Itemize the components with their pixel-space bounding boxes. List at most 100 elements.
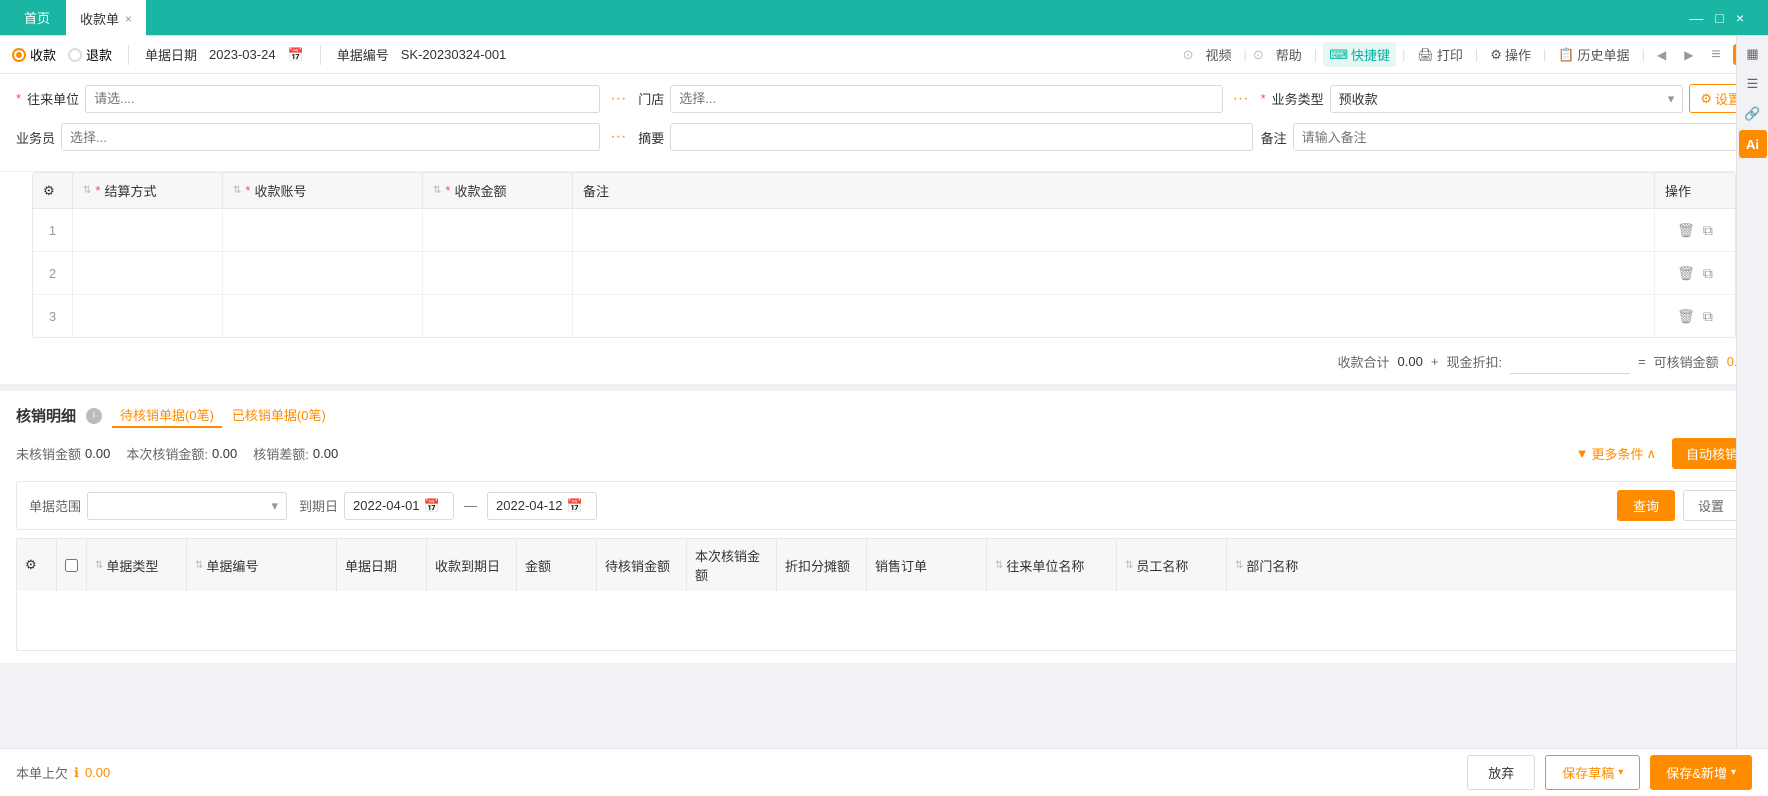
help-btn[interactable]: 帮助 [1270, 42, 1308, 67]
diff-label: 核销差额: [253, 444, 309, 463]
row-3-copy-icon[interactable]: ⧉ [1703, 308, 1713, 325]
row-3-account[interactable] [223, 295, 423, 337]
th-settlement: ⇅ * 结算方式 [73, 173, 223, 208]
bth-checkbox[interactable] [57, 539, 87, 591]
bth-due: 收款到期日 [427, 539, 517, 591]
row-2-remark[interactable] [573, 252, 1655, 294]
row-1-settlement[interactable] [73, 209, 223, 251]
right-sidebar: ▦ ☰ 🔗 Ai [1736, 36, 1768, 748]
row-3-delete-icon[interactable]: 🗑 [1677, 308, 1695, 325]
history-icon: 📋 [1558, 47, 1574, 63]
date-separator: — [464, 498, 477, 513]
list-icon: ☰ [1747, 76, 1759, 92]
next-btn[interactable]: ▶ [1678, 45, 1699, 65]
store-input[interactable] [670, 85, 1222, 113]
radio-refund[interactable]: 退款 [68, 45, 112, 64]
tab-current-label: 收款单 [80, 9, 119, 28]
radio-receipt[interactable]: 收款 [12, 45, 56, 64]
diff-value: 0.00 [313, 446, 338, 461]
row-2-copy-icon[interactable]: ⧉ [1703, 265, 1713, 282]
discount-input[interactable] [1510, 348, 1630, 374]
staff-more-btn[interactable]: ··· [606, 128, 630, 146]
remark-input[interactable] [1293, 123, 1752, 151]
discard-btn[interactable]: 放弃 [1467, 755, 1535, 790]
business-type-select[interactable]: 预收款 ▾ [1330, 85, 1684, 113]
more-conditions-btn[interactable]: ▼ 更多条件 ∧ [1576, 444, 1656, 463]
counterpart-input[interactable] [85, 85, 600, 113]
shortcut-btn[interactable]: ⌨ 快捷键 [1323, 42, 1396, 67]
staff-input[interactable] [61, 123, 600, 151]
required-star-1: * [16, 91, 21, 106]
bth-order: 销售订单 [867, 539, 987, 591]
win-close[interactable]: × [1736, 10, 1744, 26]
row-2-settlement[interactable] [73, 252, 223, 294]
calendar-icon[interactable]: 📅 [288, 47, 304, 63]
row-1-remark[interactable] [573, 209, 1655, 251]
bth-staff: ⇅ 员工名称 [1117, 539, 1227, 591]
sidebar-link-icon[interactable]: 🔗 [1739, 100, 1767, 128]
date-to-picker[interactable]: 2022-04-12 📅 [487, 492, 597, 520]
history-btn[interactable]: 📋 历史单据 [1552, 42, 1635, 67]
pending-tab-link[interactable]: 待核销单据(0笔) [112, 403, 222, 428]
writeoff-info-icon[interactable]: i [86, 408, 102, 424]
bottom-info-icon[interactable]: ℹ [74, 765, 79, 781]
bottom-actions: 放弃 保存草稿 ▾ 保存&新增 ▾ [1467, 755, 1752, 790]
date-from-picker[interactable]: 2022-04-01 📅 [344, 492, 454, 520]
select-all-checkbox[interactable] [65, 559, 78, 572]
main-scroll: 收款 退款 单据日期 2023-03-24 📅 单据编号 SK-20230324… [0, 36, 1768, 748]
ops-btn[interactable]: ⚙ 操作 [1484, 42, 1537, 67]
stats-row: 未核销金额 0.00 本次核销金额: 0.00 核销差额: 0.00 ▼ 更多条… [16, 438, 1752, 469]
divider-2 [320, 45, 321, 65]
table-header: ⚙ ⇅ * 结算方式 ⇅ * 收款账号 ⇅ * 收款金额 [33, 173, 1735, 209]
sidebar-ai-icon[interactable]: Ai [1739, 130, 1767, 158]
row-1-account[interactable] [223, 209, 423, 251]
store-more-btn[interactable]: ··· [1229, 90, 1253, 108]
sidebar-list-icon[interactable]: ☰ [1739, 70, 1767, 98]
row-3-settlement[interactable] [73, 295, 223, 337]
done-tab-link[interactable]: 已核销单据(0笔) [224, 403, 334, 428]
table-icon: ▦ [1746, 46, 1758, 62]
tab-links: 待核销单据(0笔) 已核销单据(0笔) [112, 403, 334, 428]
tab-home[interactable]: 首页 [8, 0, 66, 36]
win-max[interactable]: □ [1715, 10, 1723, 26]
print-btn[interactable]: 🖨 打印 [1411, 42, 1469, 67]
counterpart-more-btn[interactable]: ··· [606, 90, 630, 108]
bth-amount: 金额 [517, 539, 597, 591]
section-title-text: 核销明细 [16, 405, 76, 426]
bth-pending: 待核销金额 [597, 539, 687, 591]
bth-discount: 折扣分摊额 [777, 539, 867, 591]
radio-refund-label: 退款 [86, 45, 112, 64]
tab-close-icon[interactable]: × [125, 12, 132, 26]
bth-gear[interactable]: ⚙ [17, 539, 57, 591]
win-min[interactable]: — [1689, 10, 1703, 26]
summary-input[interactable] [670, 123, 1252, 151]
store-label: 门店 [638, 89, 664, 108]
prev-btn[interactable]: ◀ [1651, 45, 1672, 65]
sort-bth-1: ⇅ [95, 560, 103, 571]
row-2-amount[interactable] [423, 252, 573, 294]
save-new-btn[interactable]: 保存&新增 ▾ [1650, 755, 1752, 790]
tab-current[interactable]: 收款单 × [66, 0, 146, 36]
query-btn[interactable]: 查询 [1617, 490, 1675, 521]
save-new-chevron: ▾ [1731, 767, 1736, 778]
filter-settings-btn[interactable]: 设置 [1683, 490, 1739, 521]
row-3-remark[interactable] [573, 295, 1655, 337]
sort-bth-4: ⇅ [1125, 560, 1133, 571]
save-draft-btn[interactable]: 保存草稿 ▾ [1545, 755, 1640, 790]
th-gear[interactable]: ⚙ [33, 173, 73, 208]
range-field: 单据范围 ▾ [29, 492, 287, 520]
range-select[interactable]: ▾ [87, 492, 287, 520]
row-1-copy-icon[interactable]: ⧉ [1703, 222, 1713, 239]
chevron-down-icon: ▾ [1668, 91, 1675, 107]
row-1-amount[interactable] [423, 209, 573, 251]
row-3-amount[interactable] [423, 295, 573, 337]
row-2-account[interactable] [223, 252, 423, 294]
shortcut-icon: ⌨ [1329, 47, 1348, 63]
video-btn[interactable]: 视频 [1199, 42, 1237, 67]
sidebar-table-icon[interactable]: ▦ [1739, 40, 1767, 68]
row-1-delete-icon[interactable]: 🗑 [1677, 222, 1695, 239]
row-2-delete-icon[interactable]: 🗑 [1677, 265, 1695, 282]
summary-row: 收款合计 0.00 + 现金折扣: = 可核销金额 0.00 [0, 338, 1768, 385]
list-view-btn[interactable]: ≡ [1705, 43, 1726, 67]
sep4: | [1475, 47, 1478, 62]
